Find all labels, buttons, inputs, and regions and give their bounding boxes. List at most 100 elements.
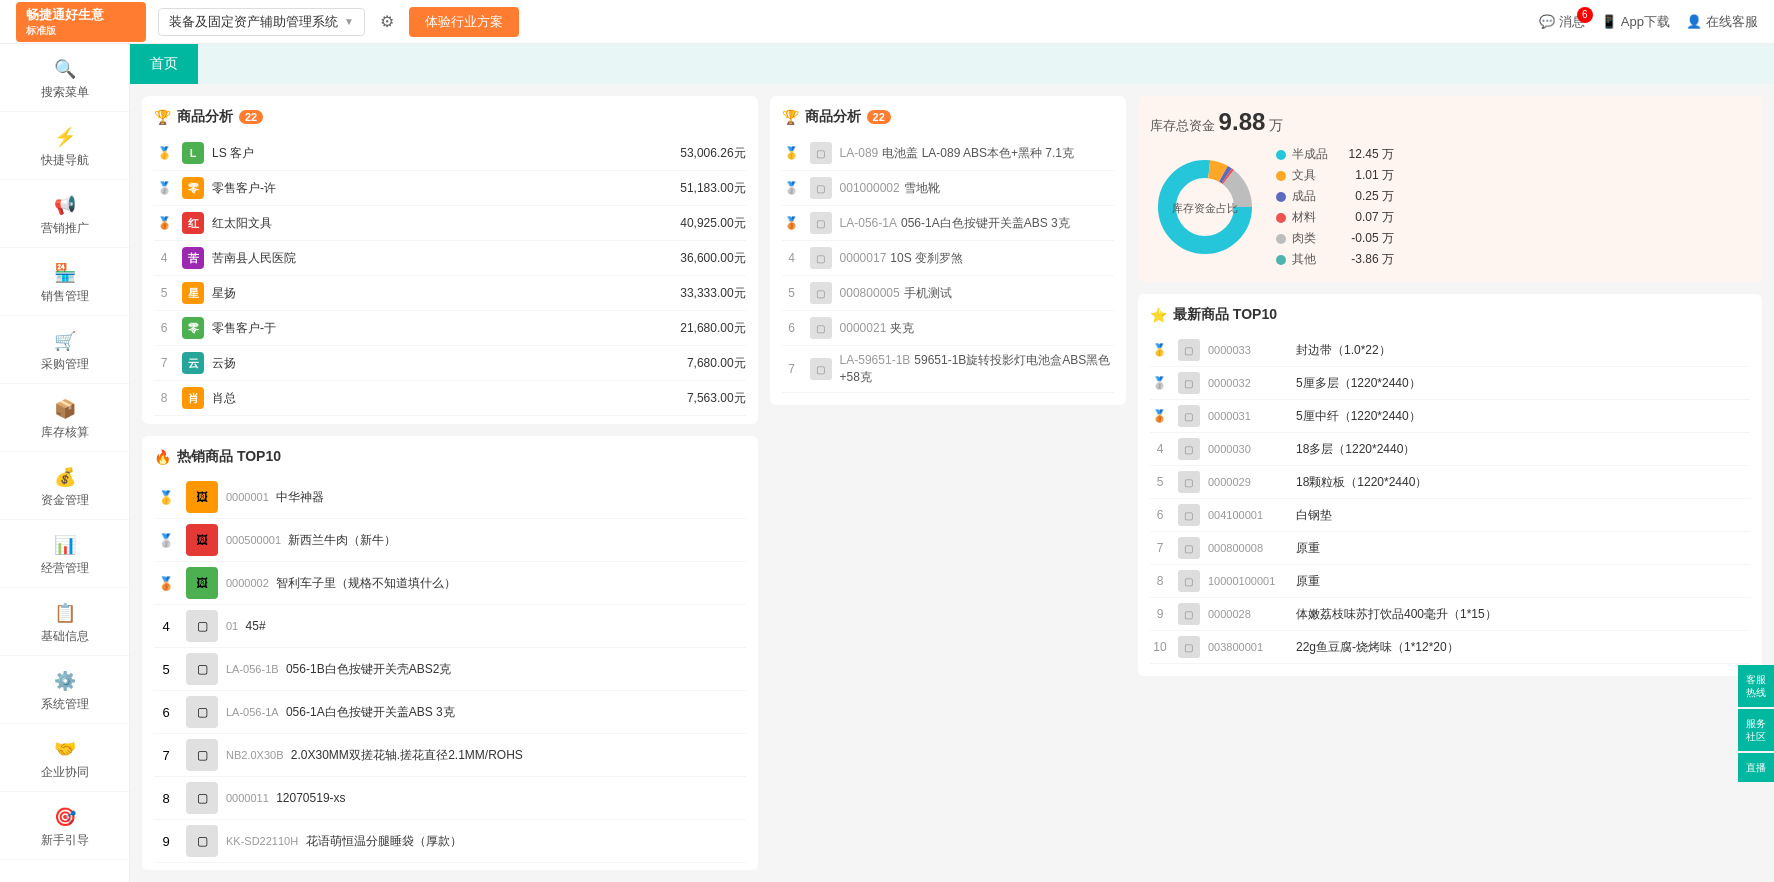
sidebar-item-inventory[interactable]: 📦库存核算 [0,384,129,452]
sidebar-label-guide: 新手引导 [41,832,89,849]
online-service-button[interactable]: 👤 在线客服 [1686,13,1758,31]
hot-product-code: LA-056-1A [226,706,279,718]
finance-icon: 💰 [54,466,76,488]
hot-product-item: 6 ▢ LA-056-1A 056-1A白色按键开关盖ABS 3克 [154,691,746,734]
app-download-button[interactable]: 📱 App下载 [1601,13,1670,31]
new-product-rank: 🥈 [1150,376,1170,390]
product-code-name: LA-056-1A056-1A白色按键开关盖ABS 3克 [840,215,1114,232]
legend-item: 成品 0.25 万 [1276,186,1394,207]
trial-button[interactable]: 体验行业方案 [409,7,519,37]
new-product-item: 10 ▢ 003800001 22g鱼豆腐-烧烤味（1*12*20） [1150,631,1750,664]
hot-product-code: 0000002 [226,577,269,589]
legend-value: -3.86 万 [1334,251,1394,268]
sidebar-item-coop[interactable]: 🤝企业协同 [0,724,129,792]
product-rank-num: 5 [782,286,802,300]
rank-name: 苦南县人民医院 [212,250,672,267]
rank-number: 🥈 [154,181,174,195]
new-product-name: 18颗粒板（1220*2440） [1296,474,1750,491]
hot-product-info: LA-056-1B 056-1B白色按键开关壳ABS2克 [226,661,451,678]
new-product-code: 0000029 [1208,476,1288,488]
product-ranking-item: 🥉 ▢ LA-056-1A056-1A白色按键开关盖ABS 3克 [782,206,1114,241]
system-selector[interactable]: 装备及固定资产辅助管理系统 ▼ [158,8,365,36]
sidebar-item-finance[interactable]: 💰 资金管理 [0,452,129,520]
hot-product-info: 000500001 新西兰牛肉（新牛） [226,532,396,549]
legend-dot [1276,192,1286,202]
rank-number: 5 [154,286,174,300]
rank-avatar: 红 [182,212,204,234]
settings-icon[interactable]: ⚙ [373,8,401,36]
new-product-name: 封边带（1.0*22） [1296,342,1750,359]
hot-product-name: 056-1A白色按键开关盖ABS 3克 [286,705,455,719]
rank-avatar: 云 [182,352,204,374]
hot-rank-num: 9 [154,834,178,849]
legend-label: 成品 [1292,188,1328,205]
sidebar-item-system[interactable]: ⚙️系统管理 [0,656,129,724]
new-product-rank: 9 [1150,607,1170,621]
sales-icon: 🏪 [54,262,76,284]
legend-item: 文具 1.01 万 [1276,165,1394,186]
product-rank-num: 🥈 [782,181,802,195]
hot-product-img: 🖼 [186,481,218,513]
sidebar-item-operations[interactable]: 📊经营管理 [0,520,129,588]
hot-rank-num: 4 [154,619,178,634]
legend-value: -0.05 万 [1334,230,1394,247]
rank-avatar: 零 [182,317,204,339]
messages-button[interactable]: 💬 消息 6 [1539,13,1585,31]
donut-chart-area: 库存资金占比 半成品 12.45 万 文具 1.01 万 成品 0.25 万 材… [1150,144,1750,270]
sidebar-item-sales[interactable]: 🏪销售管理 [0,248,129,316]
product-ranking-title: 🏆 商品分析 22 [782,108,1114,126]
rank-amount: 53,006.26元 [680,145,745,162]
new-product-icon: ▢ [1178,504,1200,526]
rank-name: 零售客户-许 [212,180,672,197]
svg-text:库存资金占比: 库存资金占比 [1172,202,1238,214]
logo-main-text: 畅捷通好生意 [26,6,104,24]
hot-products-card: 🔥 热销商品 TOP10 🥇 🖼 0000001 中华神器 🥈 🖼 000500… [142,436,758,870]
new-product-rank: 10 [1150,640,1170,654]
new-product-code: 004100001 [1208,509,1288,521]
hot-product-item: 🥈 🖼 000500001 新西兰牛肉（新牛） [154,519,746,562]
float-live-btn[interactable]: 直播 [1738,753,1774,782]
inventory-legend: 半成品 12.45 万 文具 1.01 万 成品 0.25 万 材料 0.07 … [1276,144,1394,270]
nav-tabs: 首页 [130,44,1774,84]
new-product-name: 5厘多层（1220*2440） [1296,375,1750,392]
hot-product-info: 0000011 12070519-xs [226,791,346,805]
rank-amount: 36,600.00元 [680,250,745,267]
service-icon: 👤 [1686,14,1702,29]
product-code-name: 001000002雪地靴 [840,180,1114,197]
sidebar-label-search: 搜索菜单 [41,84,89,101]
operations-icon: 📊 [54,534,76,556]
sidebar-item-guide[interactable]: 🎯新手引导 [0,792,129,860]
rank-amount: 40,925.00元 [680,215,745,232]
sidebar-item-marketing[interactable]: 📢营销推广 [0,180,129,248]
sidebar-item-search[interactable]: 🔍搜索菜单 [0,44,129,112]
sidebar-item-purchase[interactable]: 🛒采购管理 [0,316,129,384]
tab-home[interactable]: 首页 [130,44,198,84]
topbar-system: 装备及固定资产辅助管理系统 ▼ ⚙ 体验行业方案 [158,7,1527,37]
rank-name: 云扬 [212,355,679,372]
product-ranking-list: 🥇 ▢ LA-089电池盖 LA-089 ABS本色+黑种 7.1克 🥈 ▢ 0… [782,136,1114,393]
sidebar-item-nav[interactable]: ⚡快捷导航 [0,112,129,180]
hot-product-item: 🥉 🖼 0000002 智利车子里（规格不知道填什么） [154,562,746,605]
product-img-placeholder: ▢ [810,247,832,269]
hot-rank-num: 8 [154,791,178,806]
float-community-btn[interactable]: 服务社区 [1738,709,1774,751]
sidebar-item-base[interactable]: 📋 基础信息 [0,588,129,656]
new-product-item: 7 ▢ 000800008 原重 [1150,532,1750,565]
hot-product-img: ▢ [186,610,218,642]
hot-product-img: ▢ [186,739,218,771]
message-icon: 💬 [1539,14,1555,29]
new-product-name: 5厘中纤（1220*2440） [1296,408,1750,425]
product-img-placeholder: ▢ [810,177,832,199]
new-products-card: ⭐ 最新商品 TOP10 🥇 ▢ 0000033 封边带（1.0*22） 🥈 ▢… [1138,294,1762,676]
sidebar-label-finance: 资金管理 [41,492,89,509]
rank-name: LS 客户 [212,145,672,162]
legend-item: 肉类 -0.05 万 [1276,228,1394,249]
sidebar-label-base: 基础信息 [41,628,89,645]
new-product-rank: 7 [1150,541,1170,555]
base-icon: 📋 [54,602,76,624]
hot-product-item: 7 ▢ NB2.0X30B 2.0X30MM双搓花轴.搓花直径2.1MM/ROH… [154,734,746,777]
legend-dot [1276,234,1286,244]
new-product-item: 5 ▢ 0000029 18颗粒板（1220*2440） [1150,466,1750,499]
float-service-btn[interactable]: 客服热线 [1738,665,1774,707]
sales-ranking-label: 商品分析 [177,108,233,126]
